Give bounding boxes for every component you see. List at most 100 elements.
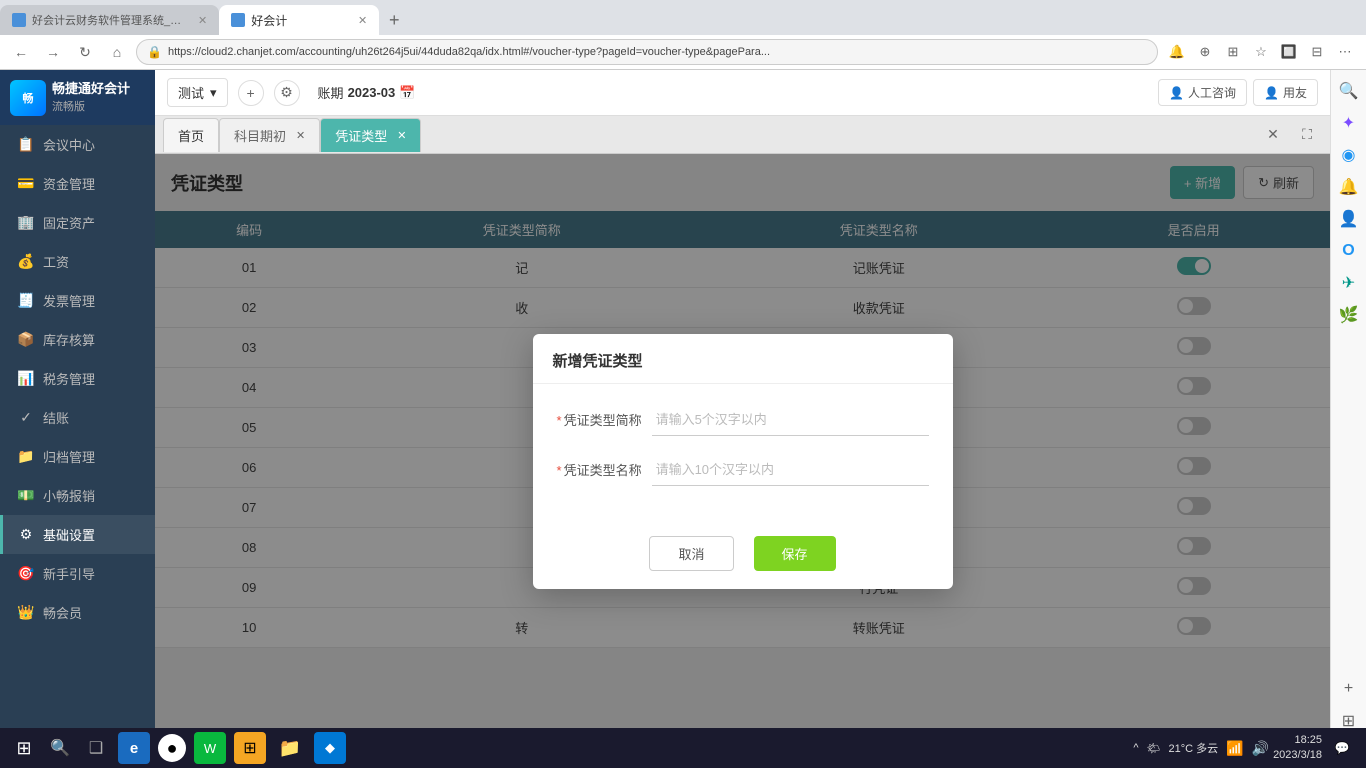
user-label: 用友 [1283, 84, 1307, 101]
sidebar-item-settle[interactable]: ✓ 结账 [0, 398, 155, 437]
browser-tab-1[interactable]: 好会计云财务软件管理系统_会计 ✕ [0, 5, 219, 35]
taskbar-clock[interactable]: 18:25 2023/3/18 [1273, 733, 1322, 764]
sidebar-toggle[interactable]: ⊟ [1304, 39, 1330, 65]
add-voucher-type-modal: 新增凭证类型 *凭证类型简称 *凭证类型名称 [533, 334, 953, 589]
modal-overlay: 新增凭证类型 *凭证类型简称 *凭证类型名称 [155, 154, 1330, 768]
dropdown-icon: ▾ [210, 85, 217, 101]
sidebar-item-tax[interactable]: 📊 税务管理 [0, 359, 155, 398]
period-info: 账期 2023-03 📅 [318, 83, 416, 102]
settle-icon: ✓ [17, 409, 35, 427]
browser-tab-2[interactable]: 好会计 ✕ [219, 5, 379, 35]
right-send-icon[interactable]: ✈ [1334, 268, 1364, 298]
tab-voucher-types[interactable]: 凭证类型 ✕ [320, 118, 421, 152]
right-search-icon[interactable]: 🔍 [1334, 76, 1364, 106]
taskbar-edge[interactable]: e [118, 732, 150, 764]
topbar-settings-button[interactable]: ⚙ [274, 80, 300, 106]
company-selector[interactable]: 测试 ▾ [167, 78, 228, 107]
sidebar-nav: 📋 会议中心 💳 资金管理 🏢 固定资产 💰 工资 🧾 发票管理 📦 库 [0, 125, 155, 735]
cancel-button[interactable]: 取消 [649, 536, 733, 571]
sidebar-item-member[interactable]: 👑 畅会员 [0, 593, 155, 632]
sidebar-item-settings[interactable]: ⚙ 基础设置 [0, 515, 155, 554]
taskbar-expand-icon[interactable]: ^ [1133, 742, 1138, 754]
right-ai-icon[interactable]: ✦ [1334, 108, 1364, 138]
start-button[interactable]: ⊞ [8, 732, 40, 764]
right-notify-icon[interactable]: 🔔 [1334, 172, 1364, 202]
browser-toolbar: ← → ↻ ⌂ 🔒 https://cloud2.chanjet.com/acc… [0, 35, 1366, 70]
fav-icon[interactable]: ☆ [1248, 39, 1274, 65]
reload-button[interactable]: ↻ [72, 39, 98, 65]
consult-icon: 👤 [1169, 86, 1184, 100]
inventory-icon: 📦 [17, 331, 35, 349]
home-button[interactable]: ⌂ [104, 39, 130, 65]
back-button[interactable]: ← [8, 39, 34, 65]
taskbar-weather-text: 21°C 多云 [1169, 740, 1219, 756]
sidebar-item-inventory[interactable]: 📦 库存核算 [0, 320, 155, 359]
taskbar-task-view[interactable]: ❑ [80, 732, 112, 764]
right-leaf-icon[interactable]: 🌿 [1334, 300, 1364, 330]
tab-subjects-close[interactable]: ✕ [296, 129, 305, 142]
right-copilot-icon[interactable]: ◉ [1334, 140, 1364, 170]
sidebar-item-funds[interactable]: 💳 资金管理 [0, 164, 155, 203]
taskbar-time-display: 18:25 [1273, 733, 1322, 748]
collections-icon[interactable]: 🔲 [1276, 39, 1302, 65]
new-tab-button[interactable]: + [379, 5, 409, 35]
taskbar-chrome[interactable]: ● [158, 734, 186, 762]
tab-voucher-close[interactable]: ✕ [397, 129, 406, 142]
forward-button[interactable]: → [40, 39, 66, 65]
full-name-input[interactable] [652, 454, 929, 486]
topbar-right-icons: 👤 人工咨询 👤 用友 [1158, 79, 1318, 106]
tax-icon: 📊 [17, 370, 35, 388]
tab-label-1: 好会计云财务软件管理系统_会计 [32, 12, 192, 28]
consult-button[interactable]: 👤 人工咨询 [1158, 79, 1247, 106]
topbar-add-button[interactable]: + [238, 80, 264, 106]
tab-home-label: 首页 [178, 126, 204, 145]
sidebar-item-label-inventory: 库存核算 [43, 330, 95, 349]
sidebar: 畅 畅捷通好会计 流畅版 📋 会议中心 💳 资金管理 🏢 固定资产 💰 工资 [0, 70, 155, 768]
save-button[interactable]: 保存 [754, 536, 836, 571]
profile-icon[interactable]: ⊞ [1220, 39, 1246, 65]
taskbar-edge2[interactable]: ◆ [314, 732, 346, 764]
settings-icon: ⚙ [17, 526, 35, 544]
sidebar-item-guide[interactable]: 🎯 新手引导 [0, 554, 155, 593]
bookmark-icon[interactable]: ⊕ [1192, 39, 1218, 65]
tab-maximize-button[interactable]: ⛶ [1294, 122, 1320, 148]
address-bar[interactable]: 🔒 https://cloud2.chanjet.com/accounting/… [136, 39, 1158, 65]
tab-home[interactable]: 首页 [163, 118, 219, 152]
browser-tabs-bar: 好会计云财务软件管理系统_会计 ✕ 好会计 ✕ + [0, 0, 1366, 35]
taskbar-store[interactable]: ⊞ [234, 732, 266, 764]
more-menu[interactable]: ⋯ [1332, 39, 1358, 65]
sidebar-item-label-tax: 税务管理 [43, 369, 95, 388]
right-add-icon[interactable]: + [1334, 674, 1364, 704]
sidebar-item-archive[interactable]: 📁 归档管理 [0, 437, 155, 476]
sidebar-item-label-assets: 固定资产 [43, 213, 95, 232]
page-tabs-bar: 首页 科目期初 ✕ 凭证类型 ✕ ✕ ⛶ [155, 116, 1330, 154]
taskbar-sound-icon: 🔊 [1252, 740, 1269, 757]
tab-close-2[interactable]: ✕ [358, 14, 367, 27]
tab-subjects[interactable]: 科目期初 ✕ [219, 118, 320, 152]
tab-favicon-1 [12, 13, 26, 27]
user-button[interactable]: 👤 用友 [1253, 79, 1318, 106]
taskbar-wechat[interactable]: W [194, 732, 226, 764]
sidebar-item-label-salary: 工资 [43, 252, 69, 271]
sidebar-item-invoices[interactable]: 🧾 发票管理 [0, 281, 155, 320]
sidebar-item-meetings[interactable]: 📋 会议中心 [0, 125, 155, 164]
user-avatar-icon: 👤 [1264, 86, 1279, 100]
tab-close-1[interactable]: ✕ [198, 14, 207, 27]
sidebar-item-expense[interactable]: 💵 小畅报销 [0, 476, 155, 515]
taskbar-search[interactable]: 🔍 [44, 732, 76, 764]
right-outlook-icon[interactable]: O [1334, 236, 1364, 266]
assets-icon: 🏢 [17, 214, 35, 232]
sidebar-item-assets[interactable]: 🏢 固定资产 [0, 203, 155, 242]
full-name-row: *凭证类型名称 [557, 454, 929, 486]
taskbar: ⊞ 🔍 ❑ e ● W ⊞ 📁 ◆ ^ 🌤 21°C 多云 📶 🔊 18:25 … [0, 728, 1366, 768]
right-profile-icon[interactable]: 👤 [1334, 204, 1364, 234]
sidebar-item-salary[interactable]: 💰 工资 [0, 242, 155, 281]
lock-icon: 🔒 [147, 45, 162, 59]
taskbar-sys-tray: ^ 🌤 21°C 多云 📶 🔊 [1133, 740, 1269, 757]
taskbar-folder[interactable]: 📁 [274, 732, 306, 764]
tab-minimize-button[interactable]: ✕ [1260, 122, 1286, 148]
extensions-icon[interactable]: 🔔 [1164, 39, 1190, 65]
taskbar-notifications[interactable]: 💬 [1326, 732, 1358, 764]
right-panel: 🔍 ✦ ◉ 🔔 👤 O ✈ 🌿 + ⊞ ⚙ [1330, 70, 1366, 768]
short-name-input[interactable] [652, 404, 929, 436]
